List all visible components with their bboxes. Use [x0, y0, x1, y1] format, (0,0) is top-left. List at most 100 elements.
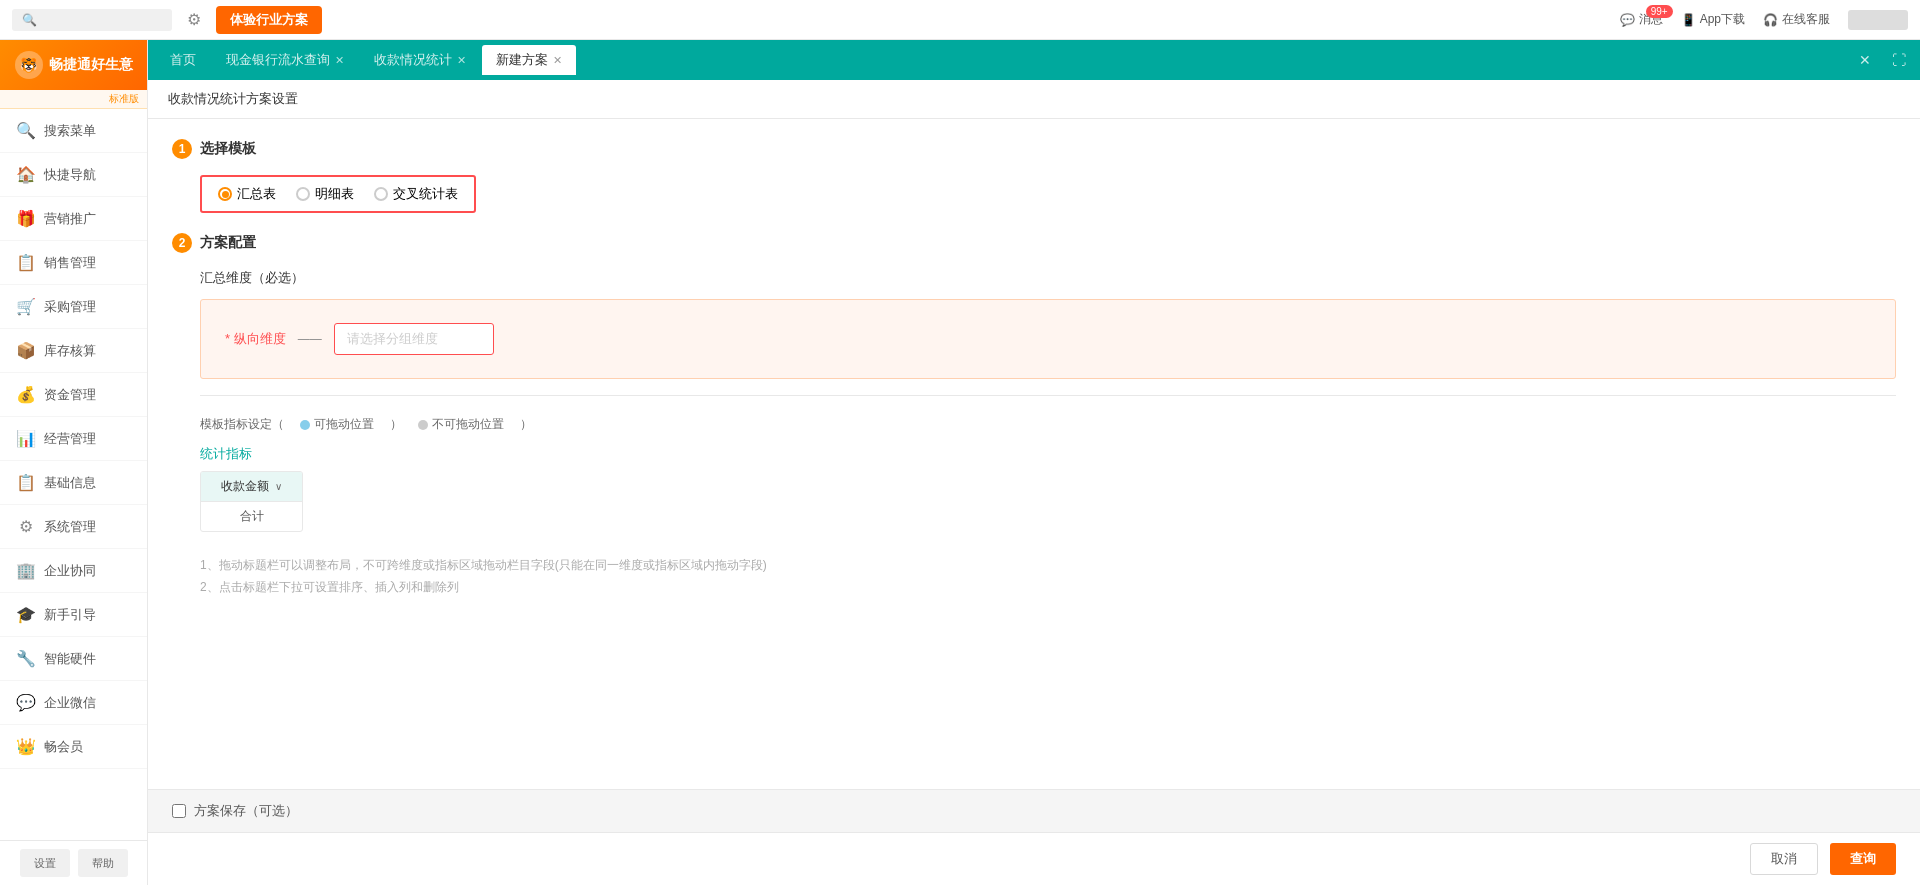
tip-line-2: 2、点击标题栏下拉可设置排序、插入列和删除列: [200, 577, 1896, 599]
sidebar-settings-btn[interactable]: 设置: [20, 849, 70, 877]
sidebar-item-search[interactable]: 🔍 搜索菜单: [0, 109, 147, 153]
sidebar-label: 销售管理: [44, 254, 96, 272]
sidebar-item-purchase[interactable]: 🛒 采购管理: [0, 285, 147, 329]
radio-label-summary: 汇总表: [237, 185, 276, 203]
sales-icon: 📋: [16, 253, 36, 272]
radio-label-detail: 明细表: [315, 185, 354, 203]
sidebar-help-btn[interactable]: 帮助: [78, 849, 128, 877]
radio-label-cross: 交叉统计表: [393, 185, 458, 203]
sidebar-item-business[interactable]: 📊 经营管理: [0, 417, 147, 461]
sidebar-item-inventory[interactable]: 📦 库存核算: [0, 329, 147, 373]
chevron-down-icon: ∨: [275, 481, 282, 492]
sidebar-item-basic-info[interactable]: 📋 基础信息: [0, 461, 147, 505]
info-icon: 📋: [16, 473, 36, 492]
download-icon: 📱: [1681, 13, 1696, 27]
draggable-dot: [300, 420, 310, 430]
metrics-legend-end: ）: [520, 416, 532, 433]
logo-icon: 🐯: [15, 51, 43, 79]
radio-circle-summary: [218, 187, 232, 201]
tab-expand-button[interactable]: ⛶: [1886, 47, 1912, 73]
radio-detail[interactable]: 明细表: [296, 185, 354, 203]
radio-cross[interactable]: 交叉统计表: [374, 185, 458, 203]
dimension-label: * 纵向维度: [225, 330, 286, 348]
sidebar-bottom: 设置 帮助: [0, 840, 147, 885]
gear-button[interactable]: ⚙: [180, 6, 208, 34]
trial-button[interactable]: 体验行业方案: [216, 6, 322, 34]
tab-home[interactable]: 首页: [156, 45, 210, 75]
enterprise-icon: 🏢: [16, 561, 36, 580]
tab-close-icon[interactable]: ✕: [335, 54, 344, 67]
headset-icon: 🎧: [1763, 13, 1778, 27]
query-button[interactable]: 查询: [1830, 843, 1896, 875]
metrics-legend-title: 模板指标设定（: [200, 416, 284, 433]
metrics-legend-sep: ）: [390, 416, 402, 433]
sidebar-item-wechat[interactable]: 💬 企业微信: [0, 681, 147, 725]
tab-close-icon[interactable]: ✕: [553, 54, 562, 67]
service-item[interactable]: 🎧 在线客服: [1763, 11, 1830, 28]
subsection-title: 汇总维度（必选）: [200, 269, 1896, 287]
tab-label: 现金银行流水查询: [226, 51, 330, 69]
content-area: 首页 现金银行流水查询 ✕ 收款情况统计 ✕ 新建方案 ✕ ✕ ⛶: [148, 40, 1920, 885]
tip-text-2: 2、点击标题栏下拉可设置排序、插入列和删除列: [200, 577, 459, 599]
dimension-row: * 纵向维度 —— 请选择分组维度: [225, 323, 494, 355]
dimension-area: * 纵向维度 —— 请选择分组维度: [200, 299, 1896, 379]
notification-badge: 99+: [1646, 5, 1673, 18]
tips-section: 1、拖动标题栏可以调整布局，不可跨维度或指标区域拖动栏目字段(只能在同一维度或指…: [200, 555, 1896, 598]
metrics-section: 模板指标设定（ 可拖动位置 ） 不可拖动位置 ）: [200, 416, 1896, 535]
divider: [200, 395, 1896, 396]
sidebar-item-guide[interactable]: 🎓 新手引导: [0, 593, 147, 637]
download-item[interactable]: 📱 App下载: [1681, 11, 1745, 28]
dimension-arrow: ——: [298, 332, 322, 346]
legend-draggable-label: 可拖动位置: [314, 416, 374, 433]
section1-title: 选择模板: [200, 140, 256, 158]
bottom-bar: 取消 查询: [148, 832, 1920, 885]
sidebar-label: 营销推广: [44, 210, 96, 228]
tab-cash-flow[interactable]: 现金银行流水查询 ✕: [212, 45, 358, 75]
tip-line-1: 1、拖动标题栏可以调整布局，不可跨维度或指标区域拖动栏目字段(只能在同一维度或指…: [200, 555, 1896, 577]
template-options-box: 汇总表 明细表 交叉统计表: [200, 175, 476, 213]
sidebar-item-sales[interactable]: 📋 销售管理: [0, 241, 147, 285]
save-checkbox[interactable]: [172, 804, 186, 818]
radio-summary[interactable]: 汇总表: [218, 185, 276, 203]
tab-new-plan[interactable]: 新建方案 ✕: [482, 45, 576, 75]
sidebar-label: 畅会员: [44, 738, 83, 756]
sidebar-label: 经营管理: [44, 430, 96, 448]
notification-item[interactable]: 💬 消息 99+: [1620, 11, 1663, 28]
sidebar-item-finance[interactable]: 💰 资金管理: [0, 373, 147, 417]
cancel-button[interactable]: 取消: [1750, 843, 1818, 875]
tab-bar: 首页 现金银行流水查询 ✕ 收款情况统计 ✕ 新建方案 ✕ ✕ ⛶: [148, 40, 1920, 80]
dimension-select[interactable]: 请选择分组维度: [334, 323, 494, 355]
top-search[interactable]: 🔍: [12, 9, 172, 31]
sidebar-item-nav[interactable]: 🏠 快捷导航: [0, 153, 147, 197]
wechat-icon: 💬: [16, 693, 36, 712]
tab-close-all-button[interactable]: ✕: [1852, 47, 1878, 73]
sidebar-item-hardware[interactable]: 🔧 智能硬件: [0, 637, 147, 681]
sidebar-label: 资金管理: [44, 386, 96, 404]
save-label: 方案保存（可选）: [194, 802, 298, 820]
member-icon: 👑: [16, 737, 36, 756]
sidebar-label: 库存核算: [44, 342, 96, 360]
sidebar-label: 智能硬件: [44, 650, 96, 668]
plan-config-body: 汇总维度（必选） * 纵向维度 —— 请选择分组维度: [200, 269, 1896, 598]
sidebar-item-system[interactable]: ⚙ 系统管理: [0, 505, 147, 549]
sidebar-item-enterprise[interactable]: 🏢 企业协同: [0, 549, 147, 593]
main-layout: 🐯 畅捷通好生意 标准版 🔍 搜索菜单 🏠 快捷导航 🎁 营销推广 📋 销售管理…: [0, 40, 1920, 885]
sidebar-label: 搜索菜单: [44, 122, 96, 140]
tab-close-icon[interactable]: ✕: [457, 54, 466, 67]
search-icon: 🔍: [16, 121, 36, 140]
guide-icon: 🎓: [16, 605, 36, 624]
sidebar-item-marketing[interactable]: 🎁 营销推广: [0, 197, 147, 241]
metrics-header-text: 收款金额: [221, 478, 269, 495]
plan-config-section: 2 方案配置 汇总维度（必选） * 纵向维度 —— 请选择分组维度: [172, 233, 1896, 598]
tab-payment-stats[interactable]: 收款情况统计 ✕: [360, 45, 480, 75]
save-section: 方案保存（可选）: [148, 789, 1920, 832]
finance-icon: 💰: [16, 385, 36, 404]
sidebar-item-member[interactable]: 👑 畅会员: [0, 725, 147, 769]
radio-circle-cross: [374, 187, 388, 201]
section2-header: 2 方案配置: [172, 233, 1896, 253]
user-avatar[interactable]: [1848, 10, 1908, 30]
metrics-header[interactable]: 收款金额 ∨: [201, 472, 302, 502]
metrics-legend: 模板指标设定（ 可拖动位置 ） 不可拖动位置 ）: [200, 416, 1896, 433]
purchase-icon: 🛒: [16, 297, 36, 316]
legend-draggable-item: 可拖动位置: [300, 416, 374, 433]
